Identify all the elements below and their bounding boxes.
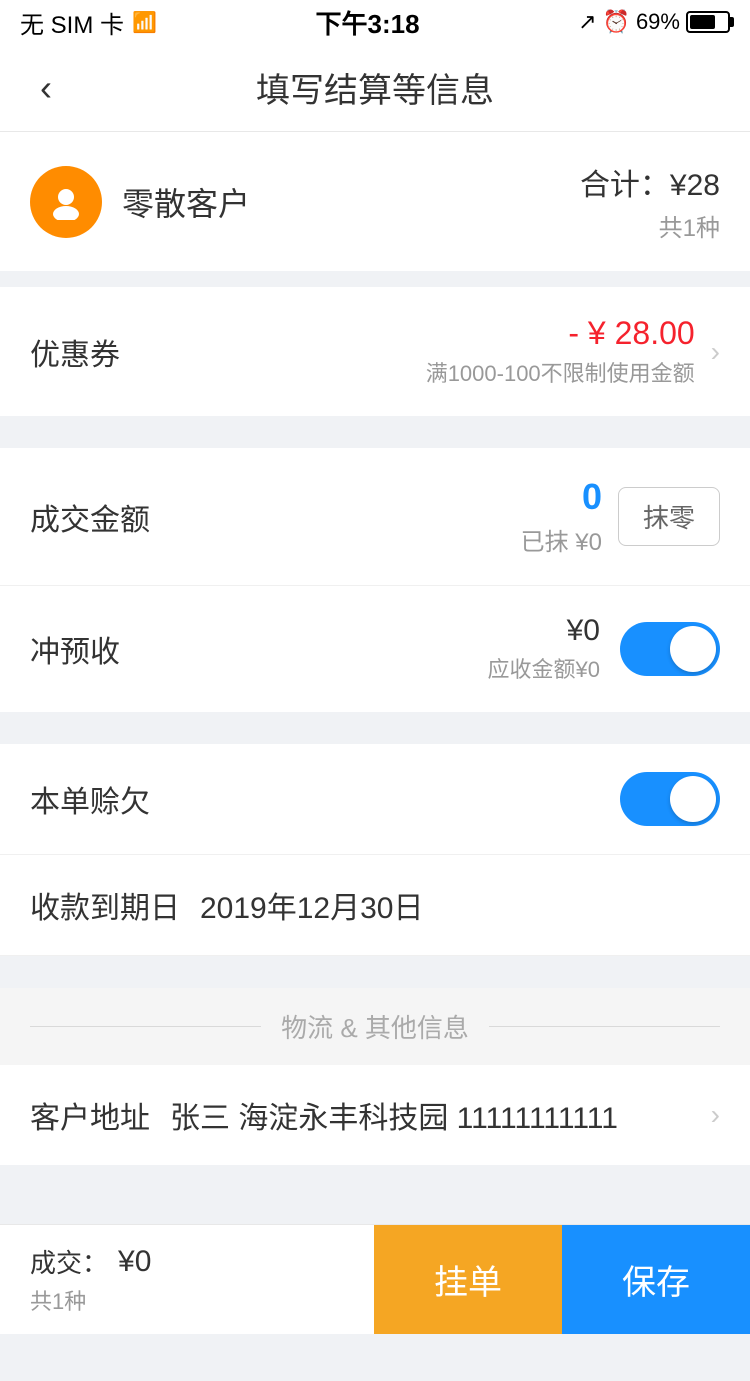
pre-collect-row: 冲预收 ¥0 应收金额¥0 xyxy=(0,586,750,712)
coupon-amount: - ¥ 28.00 xyxy=(426,315,695,352)
coupon-section: 优惠券 - ¥ 28.00 满1000-100不限制使用金额 › xyxy=(0,287,750,416)
pre-collect-label: 冲预收 xyxy=(30,627,120,671)
total-count: 共1种 xyxy=(580,208,720,243)
credit-right xyxy=(620,772,720,826)
bottom-bar: 成交： ¥0 共1种 挂单 保存 xyxy=(0,1224,750,1334)
bottom-deal-label: 成交： xyxy=(30,1243,108,1280)
customer-info: 零散客户 xyxy=(30,166,250,238)
pre-collect-sub: 应收金额¥0 xyxy=(488,652,600,684)
back-button[interactable]: ‹ xyxy=(30,57,62,119)
due-date-label: 收款到期日 xyxy=(30,883,180,927)
address-section: 客户地址 张三 海淀永丰科技园 11111111111 › xyxy=(0,1065,750,1165)
separator-3 xyxy=(0,972,750,988)
logistics-label: 物流 & 其他信息 xyxy=(281,1008,469,1045)
hang-button[interactable]: 挂单 xyxy=(374,1225,562,1334)
coupon-label: 优惠券 xyxy=(30,330,120,374)
status-time: 下午3:18 xyxy=(315,4,419,41)
round-off-button[interactable]: 抹零 xyxy=(618,487,720,546)
logistics-header: 物流 & 其他信息 xyxy=(0,988,750,1065)
pre-collect-amounts: ¥0 应收金额¥0 xyxy=(488,614,600,684)
coupon-row[interactable]: 优惠券 - ¥ 28.00 满1000-100不限制使用金额 › xyxy=(0,287,750,416)
status-bar: 无 SIM 卡 📶 下午3:18 ↗ ⏰ 69% xyxy=(0,0,750,44)
deal-amount-sub: 已抹 ¥0 xyxy=(521,522,602,557)
address-label: 客户地址 xyxy=(30,1093,150,1137)
sim-label: 无 SIM 卡 xyxy=(20,5,124,40)
pre-collect-amount: ¥0 xyxy=(488,614,600,648)
total-amount: 合计：¥28 xyxy=(580,160,720,204)
coupon-right: - ¥ 28.00 满1000-100不限制使用金额 › xyxy=(426,315,720,388)
credit-row: 本单赊欠 xyxy=(0,744,750,855)
wifi-icon: 📶 xyxy=(132,10,157,35)
location-icon: ↗ xyxy=(578,9,596,35)
pre-collect-toggle[interactable] xyxy=(620,622,720,676)
deal-amount-value: 0 xyxy=(521,476,602,518)
avatar xyxy=(30,166,102,238)
save-button[interactable]: 保存 xyxy=(562,1225,750,1334)
customer-totals: 合计：¥28 共1种 xyxy=(580,160,720,243)
coupon-detail: - ¥ 28.00 满1000-100不限制使用金额 xyxy=(426,315,695,388)
deal-amount-row: 成交金额 0 已抹 ¥0 抹零 xyxy=(0,448,750,586)
address-left: 客户地址 张三 海淀永丰科技园 11111111111 xyxy=(30,1093,618,1137)
due-date-value: 2019年12月30日 xyxy=(200,883,423,927)
logistics-line-left xyxy=(30,1026,261,1027)
main-content: 零散客户 合计：¥28 共1种 优惠券 - ¥ 28.00 满1000-100不… xyxy=(0,132,750,1381)
credit-section: 本单赊欠 收款到期日 2019年12月30日 xyxy=(0,744,750,956)
status-right: ↗ ⏰ 69% xyxy=(578,9,730,35)
battery-percent: 69% xyxy=(636,9,680,35)
address-row[interactable]: 客户地址 张三 海淀永丰科技园 11111111111 › xyxy=(0,1065,750,1165)
bottom-count: 共1种 xyxy=(30,1284,344,1316)
separator-2 xyxy=(0,728,750,744)
customer-name: 零散客户 xyxy=(122,179,250,225)
nav-bar: ‹ 填写结算等信息 xyxy=(0,44,750,132)
deal-amount-right: 0 已抹 ¥0 抹零 xyxy=(521,476,720,557)
credit-toggle-knob xyxy=(670,776,716,822)
toggle-knob xyxy=(670,626,716,672)
deal-amount-detail: 0 已抹 ¥0 xyxy=(521,476,602,557)
separator-1 xyxy=(0,432,750,448)
page-title: 填写结算等信息 xyxy=(256,63,494,112)
pre-collect-right: ¥0 应收金额¥0 xyxy=(488,614,720,684)
deal-amount-label: 成交金额 xyxy=(30,495,150,539)
alarm-icon: ⏰ xyxy=(603,9,630,35)
address-chevron-icon: › xyxy=(711,1099,720,1131)
due-date-row: 收款到期日 2019年12月30日 xyxy=(0,855,750,956)
bottom-deal-row: 成交： ¥0 xyxy=(30,1243,344,1280)
status-left: 无 SIM 卡 📶 xyxy=(20,5,157,40)
address-value: 张三 海淀永丰科技园 11111111111 xyxy=(170,1093,618,1137)
battery-icon xyxy=(686,11,730,33)
coupon-desc: 满1000-100不限制使用金额 xyxy=(426,356,695,388)
customer-row: 零散客户 合计：¥28 共1种 xyxy=(0,132,750,271)
logistics-line-right xyxy=(489,1026,720,1027)
credit-toggle[interactable] xyxy=(620,772,720,826)
bottom-summary: 成交： ¥0 共1种 xyxy=(0,1225,374,1334)
deal-amount-section: 成交金额 0 已抹 ¥0 抹零 冲预收 ¥0 应收金额¥0 xyxy=(0,448,750,712)
coupon-chevron-icon: › xyxy=(711,336,720,368)
credit-label: 本单赊欠 xyxy=(30,777,150,821)
bottom-deal-amount: ¥0 xyxy=(118,1245,151,1279)
